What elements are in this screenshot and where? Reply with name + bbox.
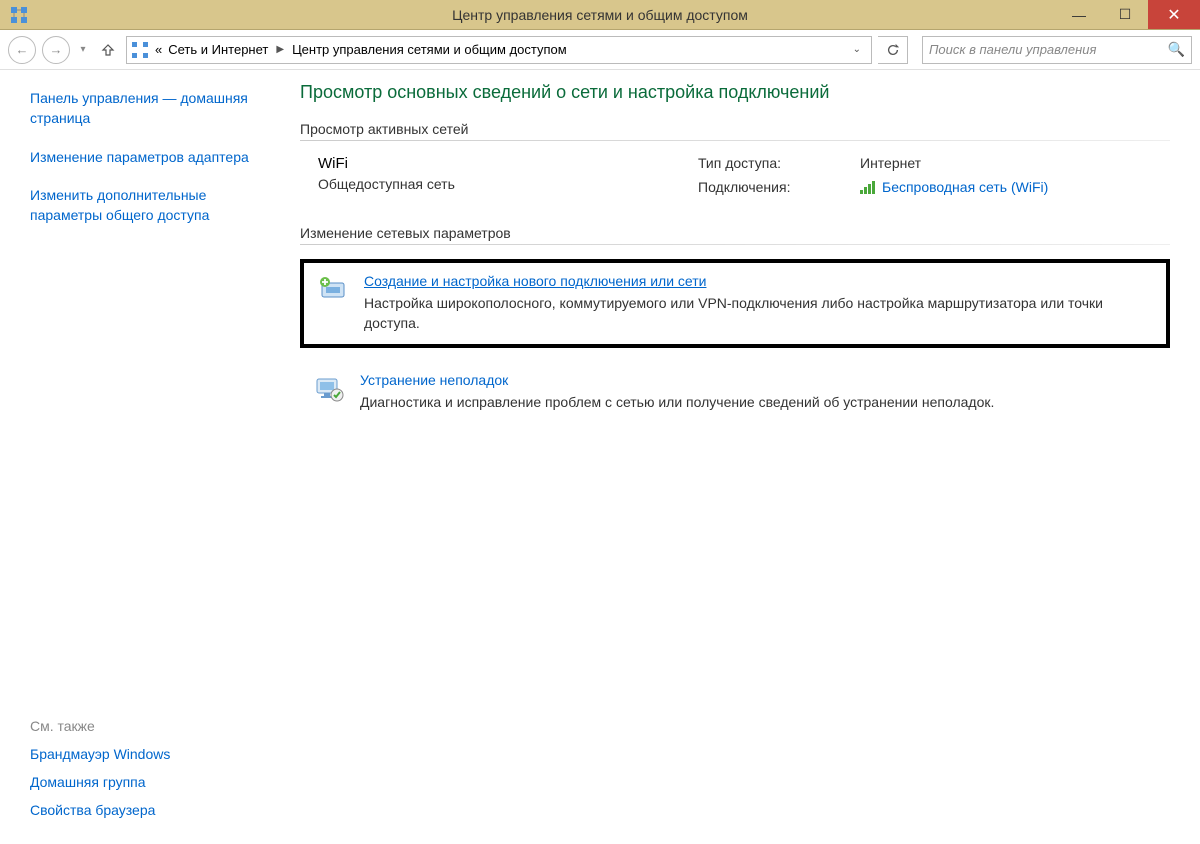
troubleshoot-title[interactable]: Устранение неполадок: [360, 372, 994, 388]
breadcrumb-network[interactable]: Сеть и Интернет: [168, 42, 268, 57]
breadcrumb-prefix: «: [155, 42, 162, 57]
sidebar-browser-link[interactable]: Свойства браузера: [30, 802, 268, 818]
search-placeholder: Поиск в панели управления: [929, 42, 1168, 57]
toolbar: ← → ▾ « Сеть и Интернет ▶ Центр управлен…: [0, 30, 1200, 70]
chevron-right-icon[interactable]: ▶: [274, 44, 286, 55]
minimize-button[interactable]: —: [1056, 0, 1102, 29]
access-type-label: Тип доступа:: [698, 155, 848, 171]
network-category: Общедоступная сеть: [318, 176, 698, 192]
titlebar: Центр управления сетями и общим доступом…: [0, 0, 1200, 30]
close-button[interactable]: ✕: [1148, 0, 1200, 29]
address-dropdown-icon[interactable]: ⌄: [847, 44, 867, 55]
sidebar-sharing-link[interactable]: Изменить дополнительные параметры общего…: [30, 185, 268, 226]
network-name: WiFi: [318, 155, 698, 172]
maximize-button[interactable]: ☐: [1102, 0, 1148, 29]
new-connection-title[interactable]: Создание и настройка нового подключения …: [364, 273, 1154, 289]
troubleshoot-icon: [312, 372, 346, 406]
change-settings-heading: Изменение сетевых параметров: [300, 225, 1170, 245]
active-networks-heading: Просмотр активных сетей: [300, 121, 1170, 141]
back-button[interactable]: ←: [8, 36, 36, 64]
see-also-title: См. также: [30, 718, 268, 734]
wifi-signal-icon: [860, 180, 878, 194]
connections-label: Подключения:: [698, 179, 848, 195]
see-also-section: См. также Брандмауэр Windows Домашняя гр…: [30, 718, 268, 830]
access-type-value: Интернет: [860, 155, 1048, 171]
breadcrumb-current[interactable]: Центр управления сетями и общим доступом: [292, 42, 567, 57]
sidebar-adapter-link[interactable]: Изменение параметров адаптера: [30, 147, 268, 167]
location-icon: [131, 41, 149, 59]
troubleshoot-option[interactable]: Устранение неполадок Диагностика и испра…: [300, 362, 1170, 422]
sidebar-firewall-link[interactable]: Брандмауэр Windows: [30, 746, 268, 762]
page-title: Просмотр основных сведений о сети и наст…: [300, 82, 1170, 103]
search-input[interactable]: Поиск в панели управления 🔍: [922, 36, 1192, 64]
sidebar-homegroup-link[interactable]: Домашняя группа: [30, 774, 268, 790]
troubleshoot-desc: Диагностика и исправление проблем с сеть…: [360, 392, 994, 412]
window-controls: — ☐ ✕: [1056, 0, 1200, 29]
active-network-block: WiFi Общедоступная сеть Тип доступа: Инт…: [318, 155, 1170, 195]
history-dropdown-icon[interactable]: ▾: [76, 44, 90, 55]
forward-button[interactable]: →: [42, 36, 70, 64]
new-connection-icon: [316, 273, 350, 307]
new-connection-option[interactable]: Создание и настройка нового подключения …: [300, 259, 1170, 348]
app-icon: [8, 4, 30, 26]
connection-link[interactable]: Беспроводная сеть (WiFi): [882, 179, 1048, 195]
sidebar: Панель управления — домашняя страница Из…: [0, 70, 290, 844]
main-content: Просмотр основных сведений о сети и наст…: [290, 70, 1200, 844]
up-button[interactable]: [96, 38, 120, 62]
search-icon[interactable]: 🔍: [1168, 41, 1185, 58]
sidebar-home-link[interactable]: Панель управления — домашняя страница: [30, 88, 268, 129]
refresh-button[interactable]: [878, 36, 908, 64]
new-connection-desc: Настройка широкополосного, коммутируемог…: [364, 293, 1154, 334]
window-title: Центр управления сетями и общим доступом: [0, 7, 1200, 23]
address-bar[interactable]: « Сеть и Интернет ▶ Центр управления сет…: [126, 36, 872, 64]
